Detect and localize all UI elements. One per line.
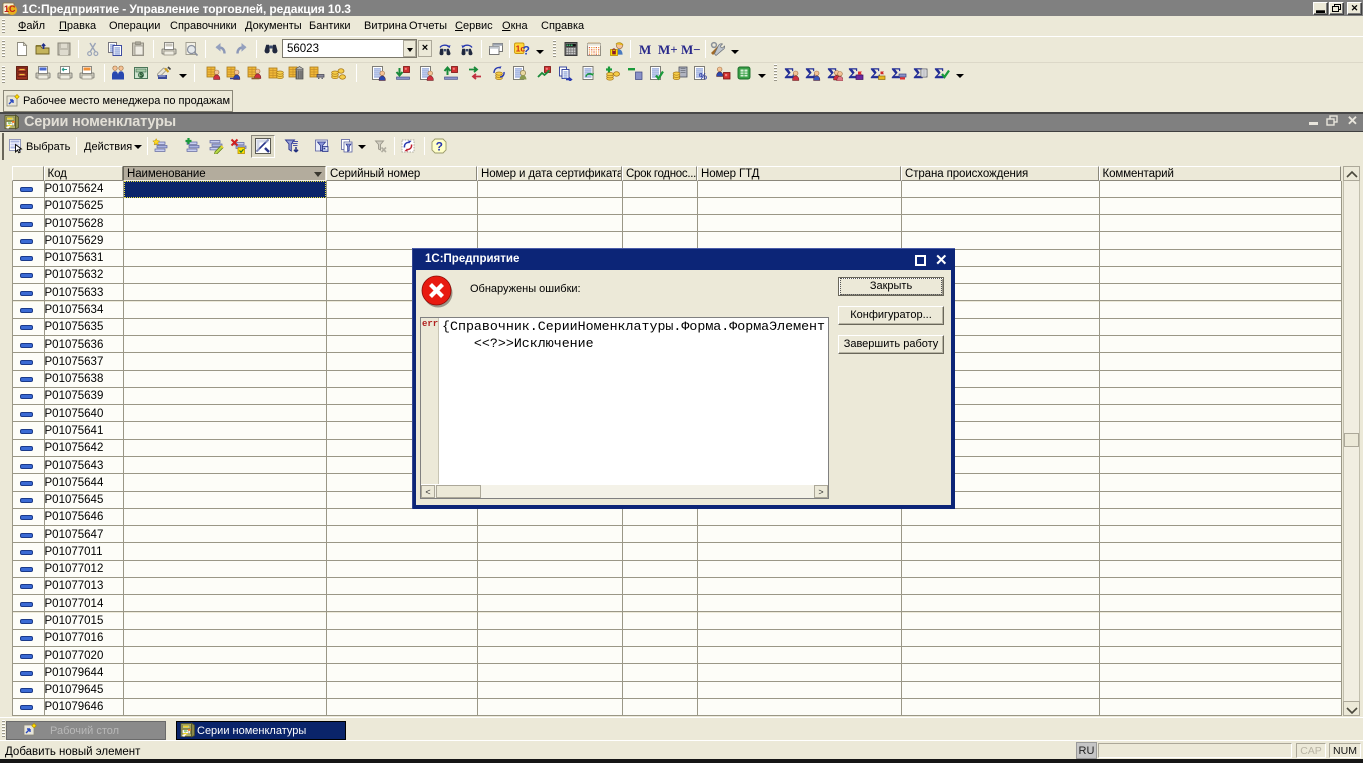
svg-text:?: ? bbox=[523, 44, 530, 58]
svg-text:$: $ bbox=[140, 72, 144, 79]
svg-text:1C: 1C bbox=[4, 4, 16, 14]
svg-text:%: % bbox=[699, 72, 707, 82]
svg-text:?: ? bbox=[436, 140, 443, 154]
